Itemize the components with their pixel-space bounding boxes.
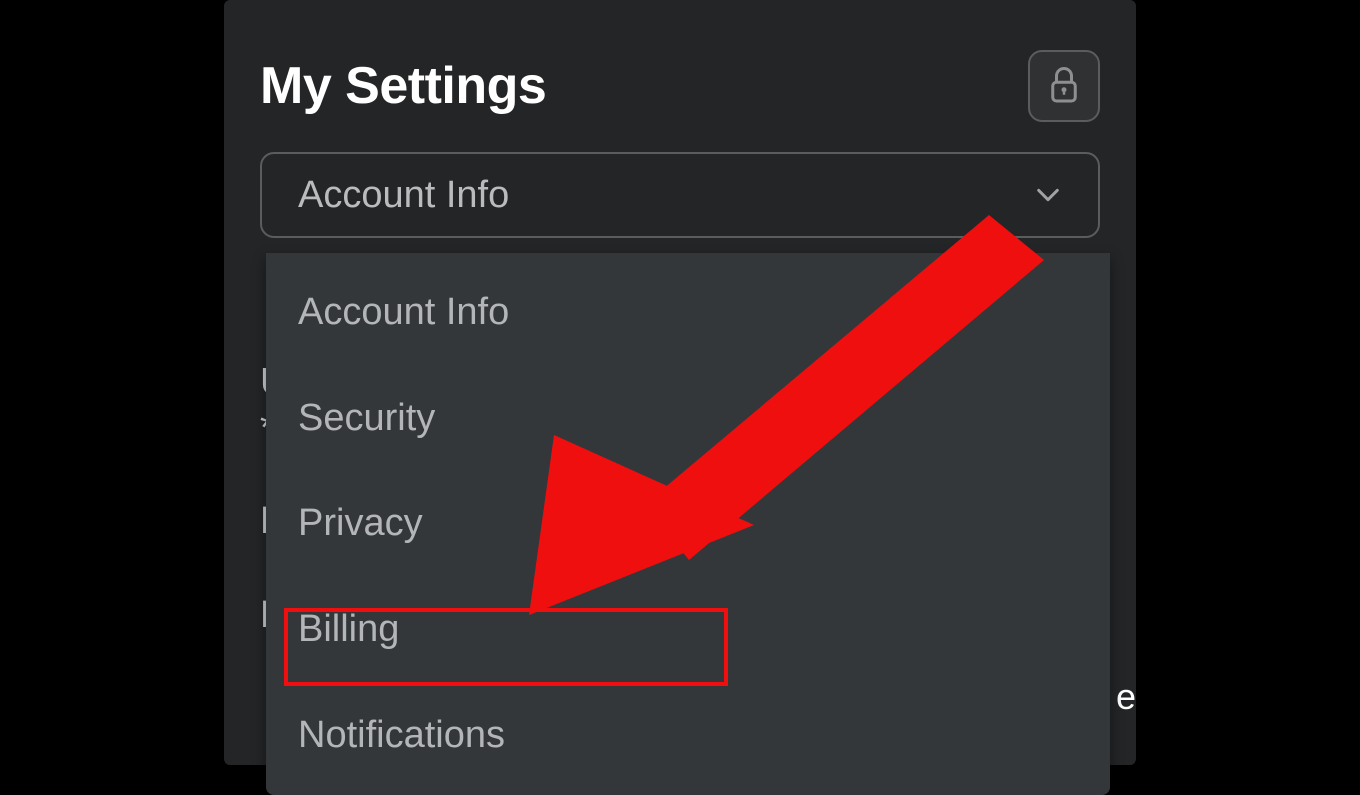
dropdown-item-account-info[interactable]: Account Info xyxy=(266,269,1110,357)
settings-category-select[interactable]: Account Info xyxy=(260,152,1100,238)
dropdown-item-privacy[interactable]: Privacy xyxy=(266,480,1110,568)
chevron-down-icon xyxy=(1034,181,1062,209)
obscured-text-fragment: e xyxy=(1116,676,1136,718)
lock-button[interactable] xyxy=(1028,50,1100,122)
page-title: My Settings xyxy=(260,56,546,116)
header-row: My Settings xyxy=(260,50,1100,122)
lock-icon xyxy=(1049,67,1079,105)
dropdown-item-notifications[interactable]: Notifications xyxy=(266,692,1110,780)
dropdown-item-security[interactable]: Security xyxy=(266,375,1110,463)
settings-dropdown-menu: Account Info Security Privacy Billing No… xyxy=(266,253,1110,795)
settings-panel: My Settings Account Info U * F F e Accou… xyxy=(224,0,1136,765)
select-value: Account Info xyxy=(298,174,509,217)
dropdown-item-billing[interactable]: Billing xyxy=(266,586,1110,674)
